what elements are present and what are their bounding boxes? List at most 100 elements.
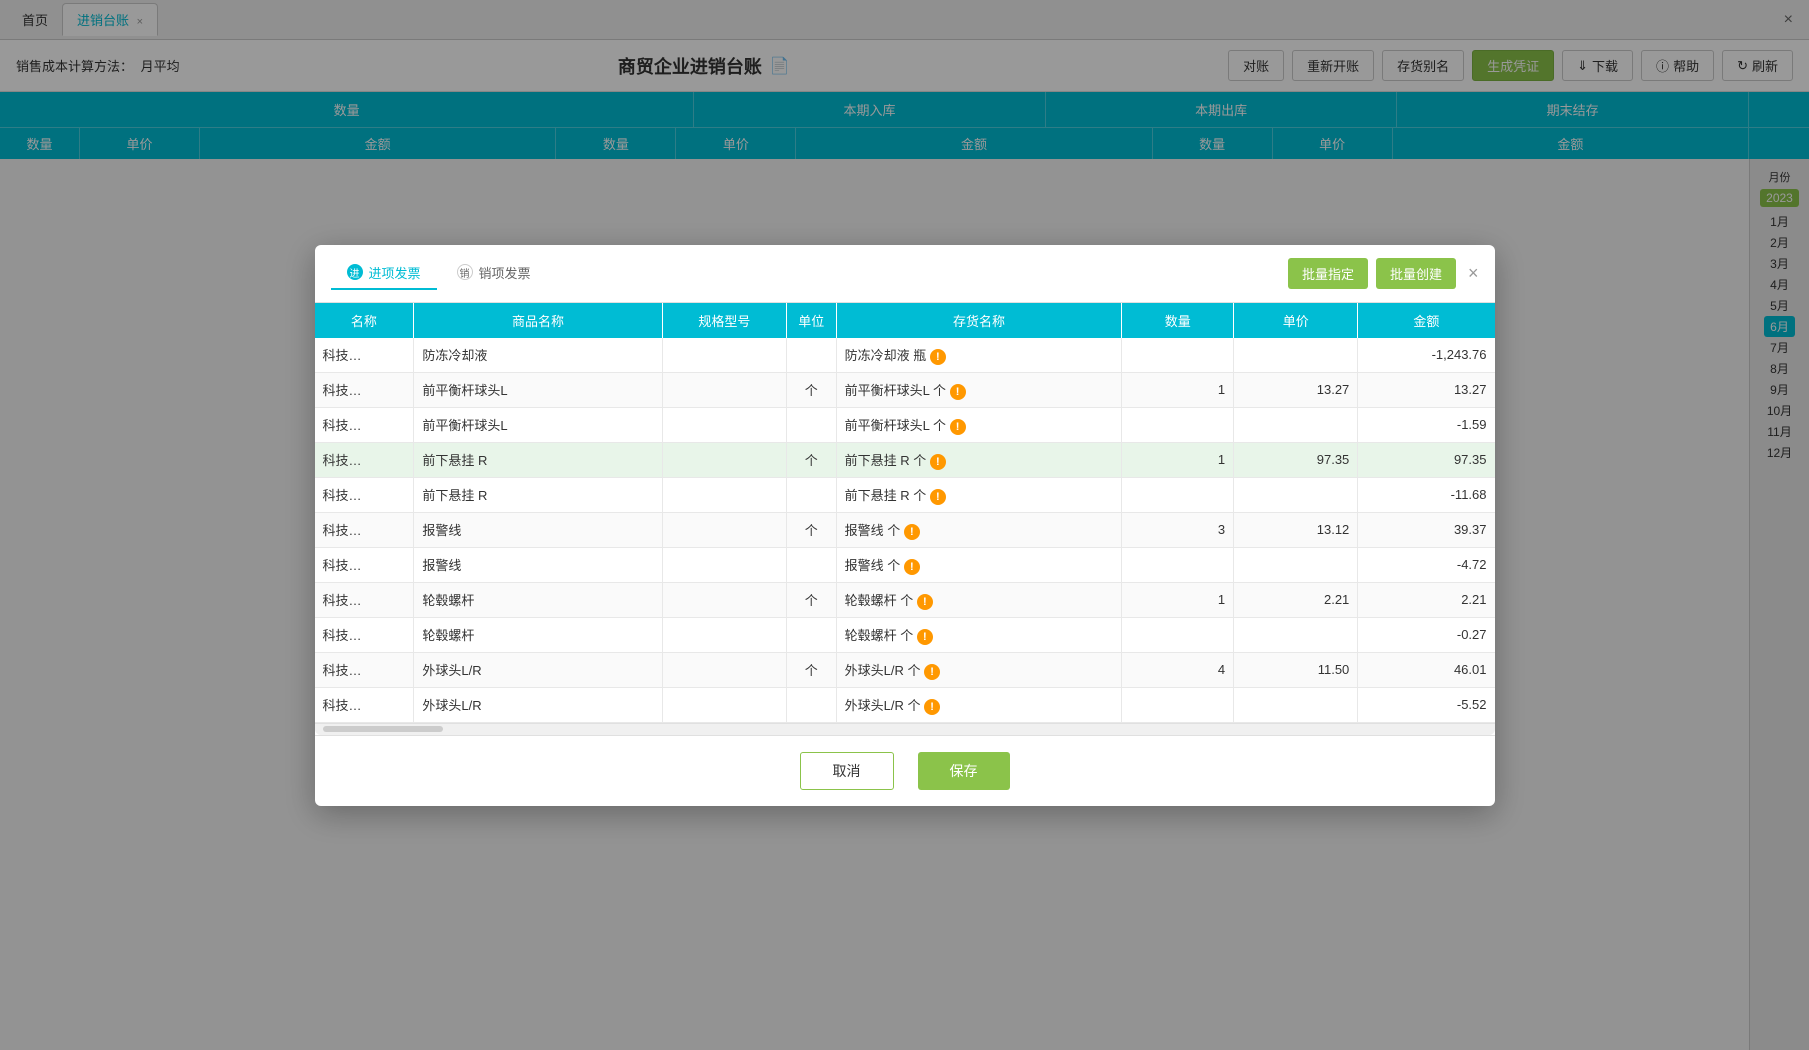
cell-amount: -4.72 bbox=[1358, 547, 1495, 582]
cell-product: 报警线 bbox=[414, 512, 662, 547]
cell-price: 97.35 bbox=[1234, 442, 1358, 477]
batch-assign-button[interactable]: 批量指定 bbox=[1288, 258, 1368, 289]
cell-qty: 1 bbox=[1122, 442, 1234, 477]
cell-qty: 3 bbox=[1122, 512, 1234, 547]
table-row[interactable]: 科技… 轮毂螺杆 轮毂螺杆 个 ! -0.27 bbox=[315, 617, 1495, 652]
cell-spec bbox=[662, 617, 786, 652]
table-row[interactable]: 科技… 轮毂螺杆 个 轮毂螺杆 个 ! 1 2.21 2.21 bbox=[315, 582, 1495, 617]
cell-unit bbox=[786, 338, 836, 373]
cell-qty bbox=[1122, 338, 1234, 373]
scrollbar-thumb bbox=[323, 726, 443, 732]
tab-outgoing-invoice[interactable]: 销 销项发票 bbox=[441, 257, 547, 290]
cell-qty bbox=[1122, 547, 1234, 582]
cell-qty: 1 bbox=[1122, 582, 1234, 617]
cell-name: 科技… bbox=[315, 512, 414, 547]
cell-amount: 46.01 bbox=[1358, 652, 1495, 687]
dialog-table: 名称 商品名称 规格型号 单位 存货名称 数量 单价 金额 科技… 防冻冷却液 … bbox=[315, 303, 1495, 723]
cell-stock[interactable]: 轮毂螺杆 个 ! bbox=[836, 617, 1122, 652]
warn-icon: ! bbox=[930, 349, 946, 365]
dialog-tabs: 进 进项发票 销 销项发票 bbox=[331, 257, 1288, 290]
save-button[interactable]: 保存 bbox=[918, 752, 1010, 790]
cell-price: 13.27 bbox=[1234, 372, 1358, 407]
cell-qty bbox=[1122, 477, 1234, 512]
cell-spec bbox=[662, 338, 786, 373]
cell-stock[interactable]: 报警线 个 ! bbox=[836, 547, 1122, 582]
cell-price bbox=[1234, 338, 1358, 373]
cell-price bbox=[1234, 407, 1358, 442]
cancel-button[interactable]: 取消 bbox=[800, 752, 894, 790]
cell-price: 13.12 bbox=[1234, 512, 1358, 547]
outgoing-icon: 销 bbox=[457, 264, 473, 280]
warn-icon: ! bbox=[917, 629, 933, 645]
cell-qty bbox=[1122, 617, 1234, 652]
cell-qty bbox=[1122, 687, 1234, 722]
table-row[interactable]: 科技… 报警线 报警线 个 ! -4.72 bbox=[315, 547, 1495, 582]
cell-price bbox=[1234, 477, 1358, 512]
cell-unit bbox=[786, 547, 836, 582]
cell-qty: 1 bbox=[1122, 372, 1234, 407]
cell-stock[interactable]: 前下悬挂 R 个 ! bbox=[836, 477, 1122, 512]
cell-stock[interactable]: 外球头L/R 个 ! bbox=[836, 652, 1122, 687]
warn-icon: ! bbox=[950, 419, 966, 435]
cell-spec bbox=[662, 442, 786, 477]
warn-icon: ! bbox=[924, 664, 940, 680]
warn-icon: ! bbox=[904, 524, 920, 540]
cell-product: 前下悬挂 R bbox=[414, 442, 662, 477]
table-row[interactable]: 科技… 防冻冷却液 防冻冷却液 瓶 ! -1,243.76 bbox=[315, 338, 1495, 373]
table-row[interactable]: 科技… 前下悬挂 R 个 前下悬挂 R 个 ! 1 97.35 97.35 bbox=[315, 442, 1495, 477]
th-spec: 规格型号 bbox=[662, 303, 786, 338]
cell-name: 科技… bbox=[315, 687, 414, 722]
cell-unit: 个 bbox=[786, 512, 836, 547]
warn-icon: ! bbox=[904, 559, 920, 575]
cell-spec bbox=[662, 407, 786, 442]
cell-price bbox=[1234, 547, 1358, 582]
cell-stock[interactable]: 前下悬挂 R 个 ! bbox=[836, 442, 1122, 477]
cell-amount: -11.68 bbox=[1358, 477, 1495, 512]
cell-unit: 个 bbox=[786, 582, 836, 617]
cell-unit: 个 bbox=[786, 652, 836, 687]
cell-name: 科技… bbox=[315, 652, 414, 687]
cell-stock[interactable]: 外球头L/R 个 ! bbox=[836, 687, 1122, 722]
dialog-table-wrap[interactable]: 名称 商品名称 规格型号 单位 存货名称 数量 单价 金额 科技… 防冻冷却液 … bbox=[315, 303, 1495, 723]
table-row[interactable]: 科技… 外球头L/R 个 外球头L/R 个 ! 4 11.50 46.01 bbox=[315, 652, 1495, 687]
dialog: 进 进项发票 销 销项发票 批量指定 批量创建 × 名称 商品名称 bbox=[315, 245, 1495, 806]
cell-unit: 个 bbox=[786, 442, 836, 477]
cell-unit bbox=[786, 407, 836, 442]
table-row[interactable]: 科技… 前平衡杆球头L 个 前平衡杆球头L 个 ! 1 13.27 13.27 bbox=[315, 372, 1495, 407]
cell-amount: -5.52 bbox=[1358, 687, 1495, 722]
cell-product: 轮毂螺杆 bbox=[414, 582, 662, 617]
warn-icon: ! bbox=[924, 699, 940, 715]
cell-stock[interactable]: 前平衡杆球头L 个 ! bbox=[836, 372, 1122, 407]
cell-product: 外球头L/R bbox=[414, 652, 662, 687]
cell-price bbox=[1234, 617, 1358, 652]
cell-name: 科技… bbox=[315, 477, 414, 512]
cell-stock[interactable]: 报警线 个 ! bbox=[836, 512, 1122, 547]
cell-spec bbox=[662, 687, 786, 722]
th-amount: 金额 bbox=[1358, 303, 1495, 338]
batch-create-button[interactable]: 批量创建 bbox=[1376, 258, 1456, 289]
cell-spec bbox=[662, 547, 786, 582]
dialog-close-button[interactable]: × bbox=[1468, 263, 1479, 284]
dialog-scrollbar[interactable] bbox=[315, 723, 1495, 735]
table-row[interactable]: 科技… 报警线 个 报警线 个 ! 3 13.12 39.37 bbox=[315, 512, 1495, 547]
cell-product: 前平衡杆球头L bbox=[414, 407, 662, 442]
cell-amount: 13.27 bbox=[1358, 372, 1495, 407]
cell-spec bbox=[662, 652, 786, 687]
cell-qty bbox=[1122, 407, 1234, 442]
table-row[interactable]: 科技… 前下悬挂 R 前下悬挂 R 个 ! -11.68 bbox=[315, 477, 1495, 512]
cell-unit bbox=[786, 687, 836, 722]
table-row[interactable]: 科技… 外球头L/R 外球头L/R 个 ! -5.52 bbox=[315, 687, 1495, 722]
cell-product: 轮毂螺杆 bbox=[414, 617, 662, 652]
cell-stock[interactable]: 防冻冷却液 瓶 ! bbox=[836, 338, 1122, 373]
cell-amount: -1.59 bbox=[1358, 407, 1495, 442]
cell-price bbox=[1234, 687, 1358, 722]
cell-product: 报警线 bbox=[414, 547, 662, 582]
cell-amount: 97.35 bbox=[1358, 442, 1495, 477]
cell-stock[interactable]: 前平衡杆球头L 个 ! bbox=[836, 407, 1122, 442]
th-qty: 数量 bbox=[1122, 303, 1234, 338]
table-row[interactable]: 科技… 前平衡杆球头L 前平衡杆球头L 个 ! -1.59 bbox=[315, 407, 1495, 442]
cell-spec bbox=[662, 582, 786, 617]
cell-stock[interactable]: 轮毂螺杆 个 ! bbox=[836, 582, 1122, 617]
cell-unit bbox=[786, 617, 836, 652]
tab-incoming-invoice[interactable]: 进 进项发票 bbox=[331, 257, 437, 290]
